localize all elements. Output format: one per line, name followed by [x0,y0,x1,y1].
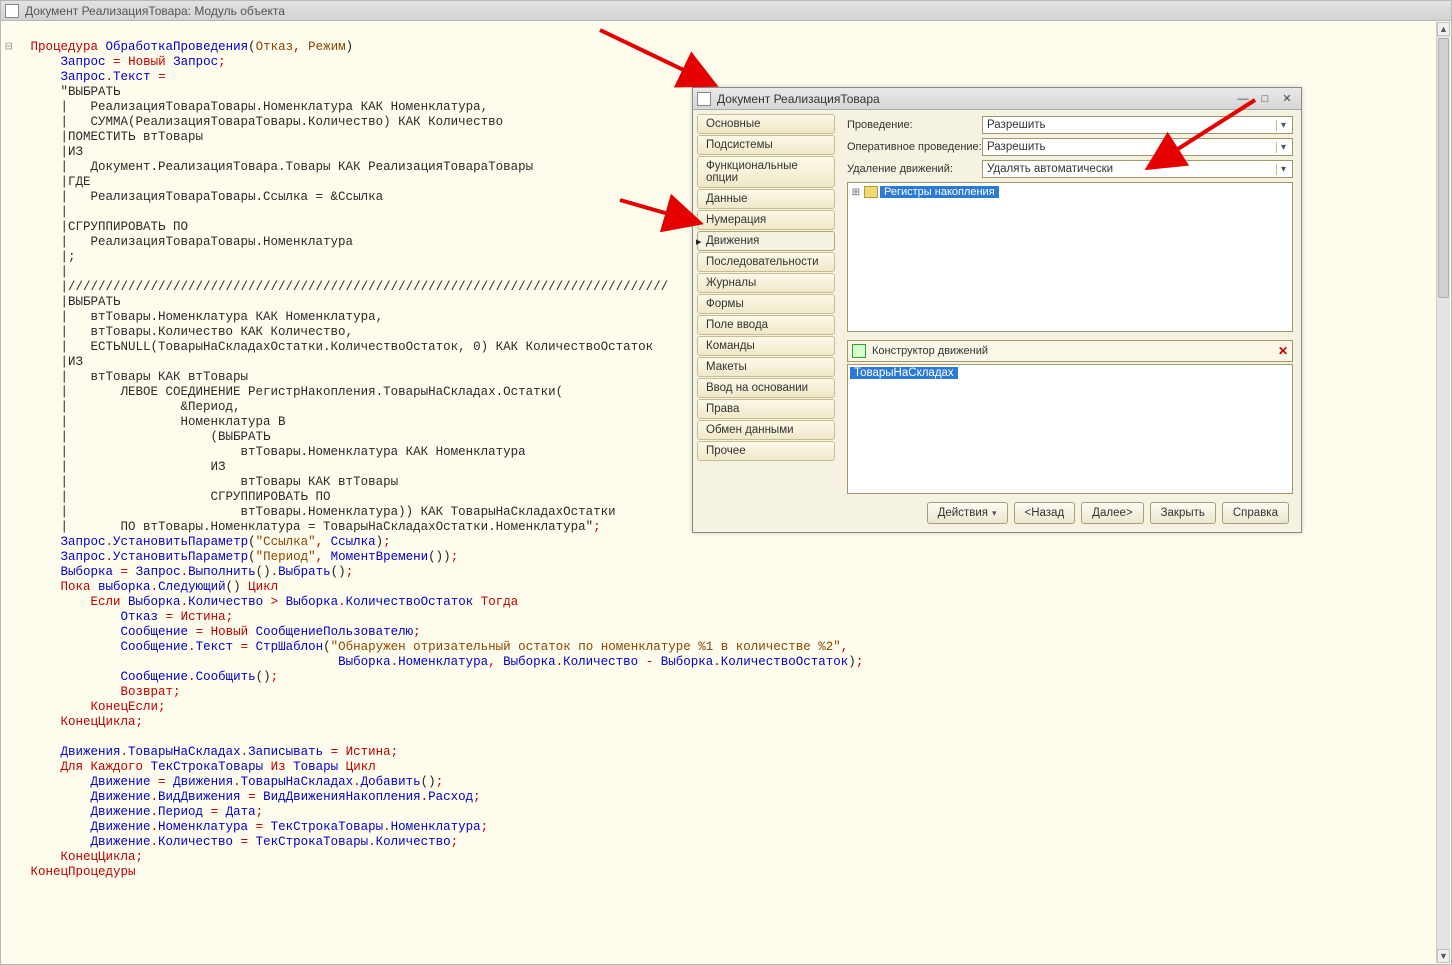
folder-icon [864,186,878,198]
side-tab-9[interactable]: Поле ввода [697,315,835,335]
combo-conduct[interactable]: Разрешить ▾ [982,116,1293,134]
side-tab-14[interactable]: Обмен данными [697,420,835,440]
help-button[interactable]: Справка [1222,502,1289,524]
combo-operative[interactable]: Разрешить ▾ [982,138,1293,156]
close-dialog-button[interactable]: Закрыть [1150,502,1216,524]
scroll-down-icon[interactable]: ▼ [1437,949,1450,963]
side-tab-3[interactable]: Данные [697,189,835,209]
maximize-button[interactable]: □ [1255,91,1275,107]
side-tab-4[interactable]: Нумерация [697,210,835,230]
side-tab-8[interactable]: Формы [697,294,835,314]
side-tab-12[interactable]: Ввод на основании [697,378,835,398]
dialog-buttons: Действия ▾ <Назад Далее> Закрыть Справка [847,494,1293,532]
side-tab-2[interactable]: Функциональные опции [697,156,835,188]
vertical-scrollbar[interactable]: ▲ ▼ [1436,22,1450,963]
help-label: Справка [1233,507,1278,519]
actions-button[interactable]: Действия ▾ [927,502,1008,524]
movement-item[interactable]: ТоварыНаСкладах [850,367,958,379]
back-button[interactable]: <Назад [1014,502,1076,524]
document-properties-window: Документ РеализацияТовара — □ ✕ Основные… [692,87,1302,533]
side-tab-15[interactable]: Прочее [697,441,835,461]
side-tab-10[interactable]: Команды [697,336,835,356]
combo-operative-value: Разрешить [987,141,1046,153]
back-label: <Назад [1025,507,1065,519]
tree-row-registers[interactable]: ⊞ Регистры накопления [850,185,1290,199]
chevron-down-icon: ▾ [1276,164,1290,175]
label-delete: Удаление движений: [847,163,982,175]
delete-movement-button[interactable]: ✕ [1278,344,1288,358]
constructor-toolbar: Конструктор движений ✕ [847,340,1293,362]
label-operative: Оперативное проведение: [847,141,982,153]
code-module-titlebar: Документ РеализацияТовара: Модуль объект… [1,1,1451,21]
combo-delete[interactable]: Удалять автоматически ▾ [982,160,1293,178]
module-icon [5,4,19,18]
side-tab-5[interactable]: Движения [697,231,835,251]
doc-titlebar[interactable]: Документ РеализацияТовара — □ ✕ [693,88,1301,110]
next-label: Далее> [1092,507,1132,519]
combo-delete-value: Удалять автоматически [987,163,1113,175]
side-tab-6[interactable]: Последовательности [697,252,835,272]
chevron-down-icon: ▾ [1276,120,1290,131]
document-icon [697,92,711,106]
close-label: Закрыть [1161,507,1205,519]
side-tab-0[interactable]: Основные [697,114,835,134]
next-button[interactable]: Далее> [1081,502,1143,524]
movements-panel: Проведение: Разрешить ▾ Оперативное пров… [839,110,1301,532]
combo-conduct-value: Разрешить [987,119,1046,131]
doc-title: Документ РеализацияТовара [717,92,880,106]
scroll-up-icon[interactable]: ▲ [1437,22,1450,36]
chevron-down-icon: ▾ [992,508,997,519]
registers-tree[interactable]: ⊞ Регистры накопления [847,182,1293,332]
chevron-down-icon: ▾ [1276,142,1290,153]
tree-root-label: Регистры накопления [880,186,999,198]
side-tab-13[interactable]: Права [697,399,835,419]
constructor-label[interactable]: Конструктор движений [872,345,988,357]
expand-icon[interactable]: ⊞ [850,187,862,198]
side-tabs: ОсновныеПодсистемыФункциональные опцииДа… [693,110,839,532]
scroll-thumb[interactable] [1438,38,1449,298]
label-conduct: Проведение: [847,119,982,131]
movements-list[interactable]: ТоварыНаСкладах [847,364,1293,494]
constructor-icon [852,344,866,358]
close-button[interactable]: ✕ [1277,91,1297,107]
side-tab-1[interactable]: Подсистемы [697,135,835,155]
actions-label: Действия [938,507,988,519]
minimize-button[interactable]: — [1233,91,1253,107]
side-tab-11[interactable]: Макеты [697,357,835,377]
side-tab-7[interactable]: Журналы [697,273,835,293]
code-module-title: Документ РеализацияТовара: Модуль объект… [25,4,285,18]
